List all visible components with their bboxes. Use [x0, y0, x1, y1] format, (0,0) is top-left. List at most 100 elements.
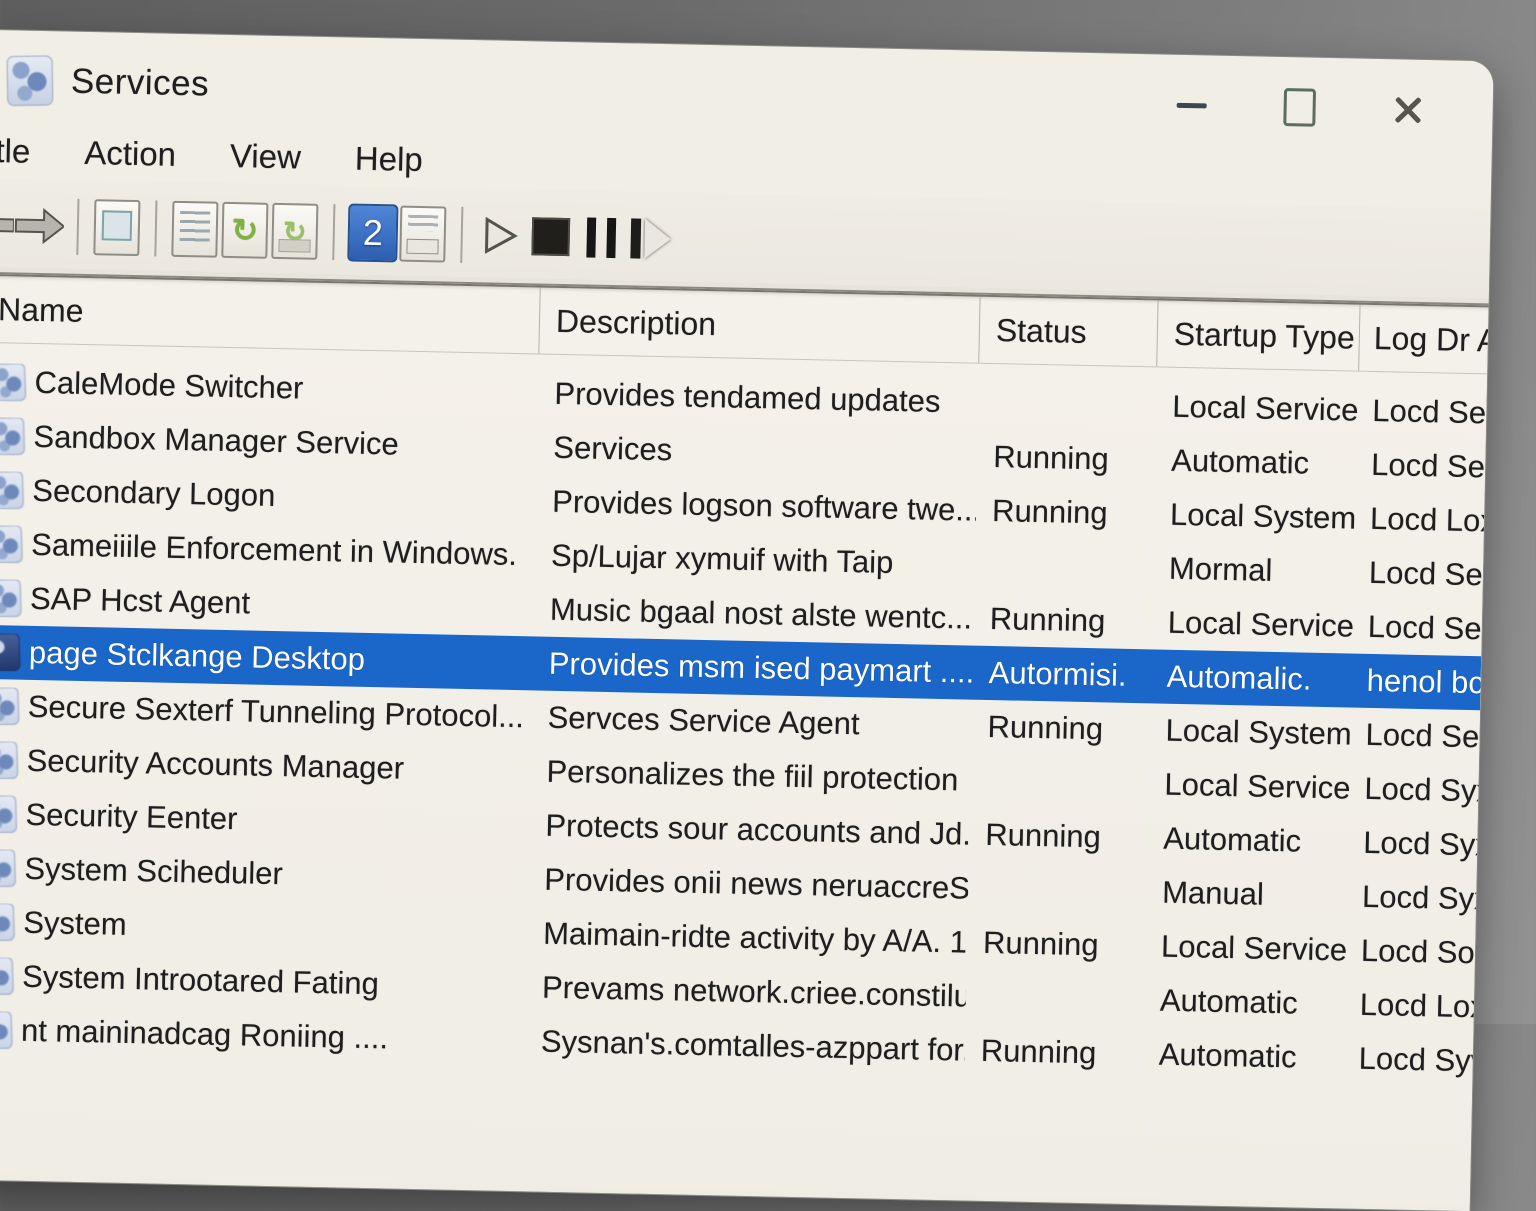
service-status: Running [985, 816, 1102, 855]
refresh-button[interactable]: ↻ [219, 201, 270, 260]
maximize-button[interactable] [1282, 88, 1317, 127]
header-description[interactable]: Description [539, 287, 981, 363]
service-description: Provides onii news neruaccreS... [543, 861, 969, 907]
service-description: Sysnan's.comtalles-azppart for... [540, 1023, 966, 1069]
list-document-icon [171, 200, 219, 258]
service-name: System Sciheduler [24, 850, 284, 892]
stop-icon [531, 217, 571, 257]
pause-service-button[interactable] [575, 208, 626, 267]
service-icon [0, 686, 20, 726]
service-status: Running [987, 708, 1104, 747]
service-startup-type: Manual [1161, 874, 1265, 912]
service-status [966, 997, 1144, 1001]
header-name[interactable]: Name [0, 275, 541, 354]
help-button[interactable]: 2 [347, 203, 399, 263]
service-logon-as: Locd Sox [1360, 932, 1476, 971]
service-startup-type: Local Service [1167, 604, 1355, 644]
help-icon: 2 [347, 203, 399, 263]
start-service-button[interactable] [475, 206, 526, 265]
service-logon-as: henol bc. [1366, 662, 1482, 701]
service-name: System [22, 904, 128, 942]
restart-service-button[interactable] [625, 209, 676, 268]
header-startup-type[interactable]: Startup Type [1157, 300, 1361, 371]
toolbar-separator [332, 204, 336, 261]
service-logon-as: Locd Sex [1365, 716, 1480, 755]
service-icon [0, 1010, 13, 1050]
show-window-button[interactable] [91, 198, 142, 257]
service-status: Running [989, 600, 1106, 639]
minimize-button[interactable] [1174, 88, 1209, 123]
service-startup-type: Automatic [1158, 1036, 1297, 1075]
pause-icon [585, 217, 616, 259]
service-logon-as: Locd Lox [1369, 500, 1485, 539]
service-icon [0, 848, 17, 888]
service-startup-type: Local Service [1164, 766, 1351, 806]
toolbar-separator [460, 206, 464, 263]
service-status: Running [982, 924, 1099, 963]
service-icon [0, 740, 19, 780]
services-app-icon [6, 55, 54, 107]
close-button[interactable] [1390, 92, 1425, 127]
service-status: Running [991, 493, 1108, 531]
service-description: Sp/Lujar xymuif with Taip [550, 537, 894, 580]
service-description: Protects sour accounts and Jd... [545, 807, 970, 852]
service-startup-type: Automatic [1159, 982, 1299, 1021]
refresh-document-icon: ↻ [271, 202, 319, 260]
service-name: System Introotared Fating [21, 958, 380, 1002]
service-logon-as: Locd Sex [1371, 392, 1487, 431]
service-status: Running [992, 439, 1110, 477]
service-name: Secondary Logon [31, 472, 276, 513]
properties-button[interactable] [397, 205, 448, 264]
menu-help[interactable]: Help [328, 139, 451, 180]
service-status [968, 889, 1146, 893]
restart-icon [630, 218, 672, 260]
service-icon [0, 632, 21, 672]
back-button[interactable] [0, 195, 15, 254]
service-description: Provides tendamed updates [554, 375, 941, 419]
service-icon [0, 956, 14, 996]
header-status[interactable]: Status [979, 296, 1159, 367]
stop-service-button[interactable] [525, 207, 576, 266]
menu-file[interactable]: tle [0, 132, 58, 171]
service-logon-as: Locd Syv [1358, 1040, 1474, 1079]
forward-arrow-icon [14, 207, 65, 245]
back-arrow-icon [0, 206, 15, 243]
service-name: Sameiiile Enforcement in Windows. [30, 526, 518, 573]
refresh-alt-button[interactable]: ↻ [269, 202, 320, 261]
service-icon [0, 470, 24, 510]
service-logon-as: Locd Syx [1364, 770, 1479, 809]
list-rows: CaleMode Switcher Provides tendamed upda… [0, 343, 1487, 1088]
service-status [975, 565, 1153, 569]
service-name: SAP Hcst Agent [29, 580, 251, 621]
service-logon-as: Locd Syx [1361, 878, 1477, 917]
service-startup-type: Automatic [1162, 820, 1302, 859]
forward-button[interactable] [13, 196, 65, 255]
service-description: Provides logson software twe... [551, 483, 977, 528]
service-name: Sandbox Manager Service [33, 418, 400, 462]
properties-icon [399, 205, 447, 263]
service-startup-type: Automatic [1170, 442, 1310, 481]
minimize-icon [1176, 102, 1207, 108]
service-description: Servces Service Agent [547, 699, 860, 742]
header-log-on-as[interactable]: Log Dr A [1359, 305, 1488, 374]
service-icon [0, 524, 23, 564]
service-logon-as: Locd Sex [1370, 446, 1486, 485]
toolbar-separator [154, 200, 158, 257]
service-startup-type: Local Service [1160, 928, 1348, 968]
menu-view[interactable]: View [203, 136, 329, 177]
window-pane-icon [93, 199, 141, 257]
service-description: Maimain-ridte activity by A/A. 1.. [542, 915, 968, 960]
service-description: Prevams network.criee.constilu.. [541, 969, 967, 1015]
menu-action[interactable]: Action [57, 133, 203, 174]
service-description: Services [553, 429, 673, 468]
service-logon-as: Locd Sex [1368, 554, 1484, 593]
export-list-button[interactable] [169, 200, 220, 259]
refresh-icon: ↻ [221, 201, 269, 259]
play-icon [484, 216, 518, 254]
service-icon [0, 362, 27, 402]
maximize-icon [1283, 88, 1317, 127]
service-description: Provides msm ised paymart .... [548, 645, 974, 690]
service-status: Running [980, 1032, 1097, 1071]
service-name: Security Accounts Manager [26, 742, 405, 786]
service-icon [0, 794, 18, 834]
